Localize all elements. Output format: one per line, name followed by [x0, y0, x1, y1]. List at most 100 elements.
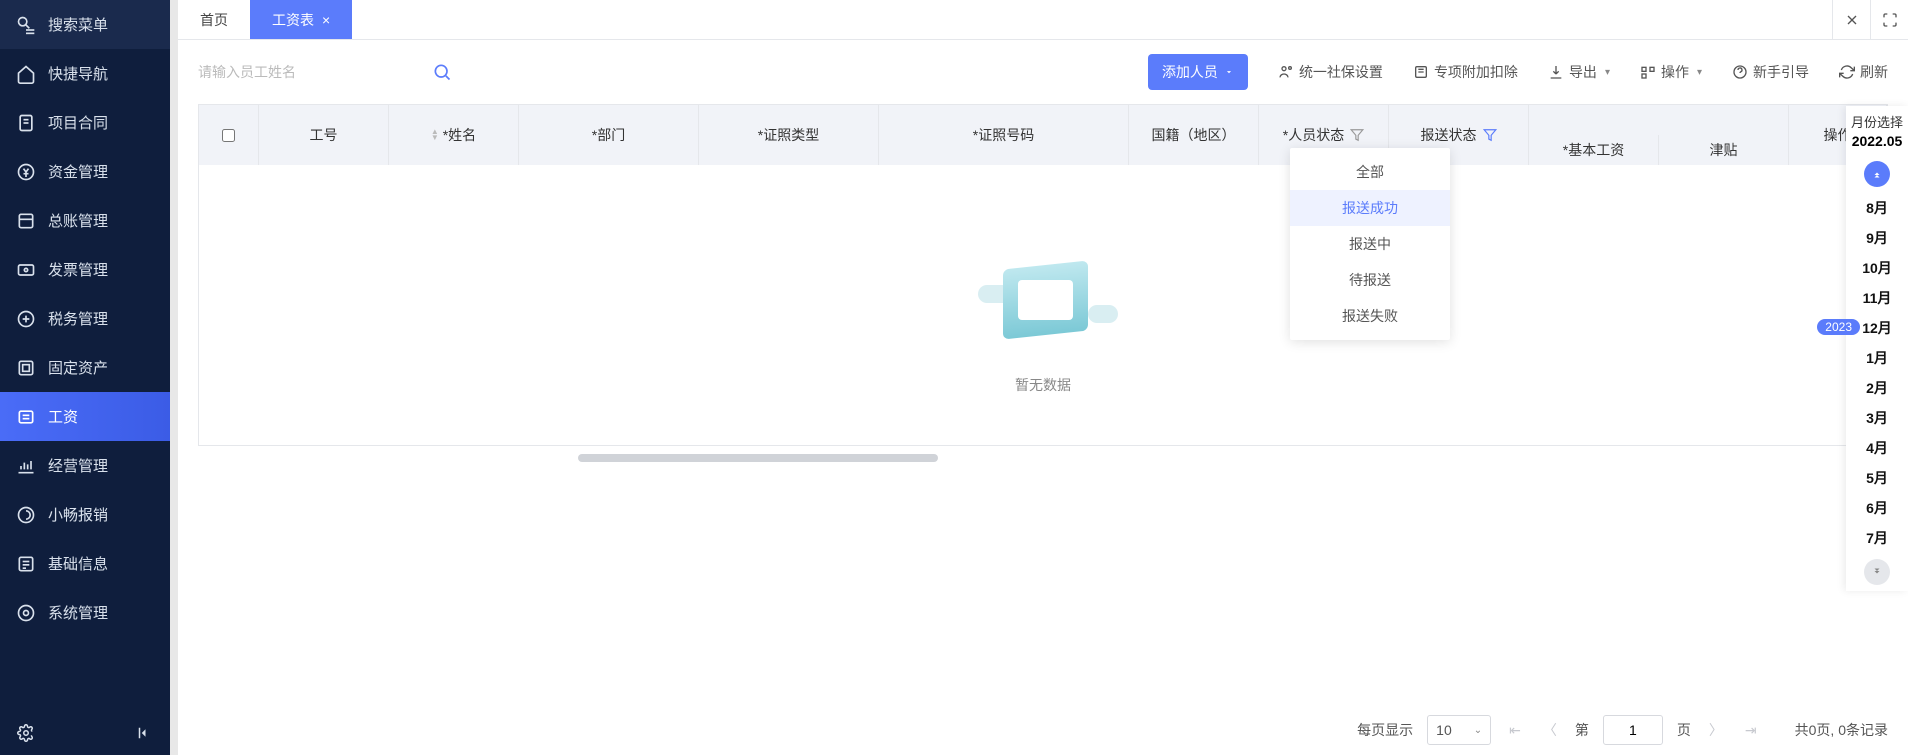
tabs-bar: 首页 工资表 ×: [178, 0, 1908, 40]
sidebar-item-doc[interactable]: 项目合同: [0, 98, 170, 147]
page-label: 页: [1677, 720, 1691, 740]
social-settings-button[interactable]: 统一社保设置: [1278, 62, 1383, 82]
sort-icon[interactable]: ▲▼: [431, 129, 439, 141]
sidebar-item-label: 快捷导航: [48, 63, 108, 84]
fullscreen-icon[interactable]: [1870, 0, 1908, 40]
filter-option[interactable]: 全部: [1290, 154, 1450, 190]
link-label: 新手引导: [1753, 62, 1809, 82]
month-option[interactable]: 3月: [1846, 403, 1908, 433]
deduct-button[interactable]: 专项附加扣除: [1413, 62, 1518, 82]
col-no[interactable]: 工号: [259, 105, 389, 165]
sidebar-item-search-list[interactable]: 搜索菜单: [0, 0, 170, 49]
sidebar-menu: 搜索菜单快捷导航项目合同资金管理总账管理发票管理税务管理固定资产工资经营管理小畅…: [0, 0, 170, 715]
sidebar-item-label: 搜索菜单: [48, 14, 108, 35]
close-all-icon[interactable]: [1832, 0, 1870, 40]
col-base-salary[interactable]: *基本工资: [1529, 135, 1659, 165]
settings-icon[interactable]: [16, 723, 36, 743]
main-area: 首页 工资表 × 添加人员 统一社保设置: [178, 0, 1908, 755]
sidebar-item-expense[interactable]: 小畅报销: [0, 490, 170, 539]
scroll-up-icon[interactable]: [1864, 161, 1890, 187]
next-page-icon[interactable]: 〉: [1705, 720, 1727, 740]
empty-text: 暂无数据: [199, 375, 1887, 395]
sidebar-item-biz[interactable]: 经营管理: [0, 441, 170, 490]
sidebar-item-invoice[interactable]: 发票管理: [0, 245, 170, 294]
search-list-icon: [16, 15, 36, 35]
sidebar-item-money[interactable]: 资金管理: [0, 147, 170, 196]
scroll-down-icon[interactable]: [1864, 559, 1890, 585]
sidebar-item-salary[interactable]: 工资: [0, 392, 170, 441]
sidebar-item-info[interactable]: 基础信息: [0, 539, 170, 588]
col-allowance[interactable]: 津贴: [1659, 135, 1788, 165]
export-button[interactable]: 导出 ▾: [1548, 62, 1610, 82]
page-size-select[interactable]: 10 ⌄: [1427, 715, 1491, 745]
search-box: [198, 55, 418, 89]
tab-label: 工资表: [272, 10, 314, 30]
sidebar-item-label: 项目合同: [48, 112, 108, 133]
col-nationality[interactable]: 国籍（地区）: [1129, 105, 1259, 165]
sidebar-item-label: 经营管理: [48, 455, 108, 476]
tab-salary-sheet[interactable]: 工资表 ×: [250, 0, 352, 39]
month-option[interactable]: 4月: [1846, 433, 1908, 463]
sidebar-item-asset[interactable]: 固定资产: [0, 343, 170, 392]
home-icon: [16, 64, 36, 84]
last-page-icon[interactable]: ⇥: [1741, 722, 1761, 739]
sidebar-item-label: 资金管理: [48, 161, 108, 182]
filter-option[interactable]: 报送成功: [1290, 190, 1450, 226]
col-name[interactable]: ▲▼ *姓名: [389, 105, 519, 165]
close-icon[interactable]: ×: [322, 12, 330, 28]
empty-state: 暂无数据: [199, 165, 1887, 445]
month-option[interactable]: 5月: [1846, 463, 1908, 493]
sidebar-footer: [0, 715, 170, 755]
prev-page-icon[interactable]: 〈: [1539, 720, 1561, 740]
month-option[interactable]: 8月: [1846, 193, 1908, 223]
filter-icon[interactable]: [1483, 128, 1497, 142]
tab-home[interactable]: 首页: [178, 0, 250, 39]
salary-icon: [16, 407, 36, 427]
sidebar-scrollbar[interactable]: [170, 0, 178, 755]
month-option[interactable]: 10月: [1846, 253, 1908, 283]
col-salary-group: *基本工资 津贴: [1529, 105, 1789, 165]
search-icon[interactable]: [428, 58, 456, 86]
filter-icon[interactable]: [1350, 128, 1364, 142]
chevron-down-icon: [1224, 67, 1234, 77]
scrollbar-thumb[interactable]: [578, 454, 938, 462]
sidebar-item-label: 小畅报销: [48, 504, 108, 525]
chevron-down-icon: ▾: [1697, 67, 1702, 78]
sidebar-item-label: 税务管理: [48, 308, 108, 329]
refresh-button[interactable]: 刷新: [1839, 62, 1888, 82]
month-option[interactable]: 9月: [1846, 223, 1908, 253]
page-label: 第: [1575, 720, 1589, 740]
chevron-down-icon: ▾: [1605, 67, 1610, 78]
filter-option[interactable]: 报送失败: [1290, 298, 1450, 334]
add-person-button[interactable]: 添加人员: [1148, 54, 1248, 90]
sidebar-item-system[interactable]: 系统管理: [0, 588, 170, 637]
sidebar-item-home[interactable]: 快捷导航: [0, 49, 170, 98]
sidebar-item-ledger[interactable]: 总账管理: [0, 196, 170, 245]
tax-icon: [16, 309, 36, 329]
col-idno[interactable]: *证照号码: [879, 105, 1129, 165]
doc-icon: [16, 113, 36, 133]
sidebar-item-tax[interactable]: 税务管理: [0, 294, 170, 343]
link-label: 统一社保设置: [1299, 62, 1383, 82]
collapse-icon[interactable]: [134, 723, 154, 743]
button-label: 添加人员: [1162, 62, 1218, 82]
col-dept[interactable]: *部门: [519, 105, 699, 165]
month-option[interactable]: 11月: [1846, 283, 1908, 313]
first-page-icon[interactable]: ⇤: [1505, 722, 1525, 739]
month-option[interactable]: 7月: [1846, 523, 1908, 553]
operate-button[interactable]: 操作 ▾: [1640, 62, 1702, 82]
col-idtype[interactable]: *证照类型: [699, 105, 879, 165]
select-all-checkbox[interactable]: [222, 129, 235, 142]
month-option[interactable]: 6月: [1846, 493, 1908, 523]
horizontal-scrollbar[interactable]: [198, 454, 1888, 464]
search-input[interactable]: [198, 64, 418, 80]
year-badge: 2023: [1817, 319, 1860, 335]
month-option[interactable]: 1月: [1846, 343, 1908, 373]
filter-option[interactable]: 待报送: [1290, 262, 1450, 298]
page-number-input[interactable]: [1603, 715, 1663, 745]
month-option[interactable]: 2月: [1846, 373, 1908, 403]
filter-option[interactable]: 报送中: [1290, 226, 1450, 262]
pagination: 每页显示 10 ⌄ ⇤ 〈 第 页 〉 ⇥ 共0页, 0条记录: [1357, 715, 1888, 745]
guide-button[interactable]: 新手引导: [1732, 62, 1809, 82]
money-icon: [16, 162, 36, 182]
